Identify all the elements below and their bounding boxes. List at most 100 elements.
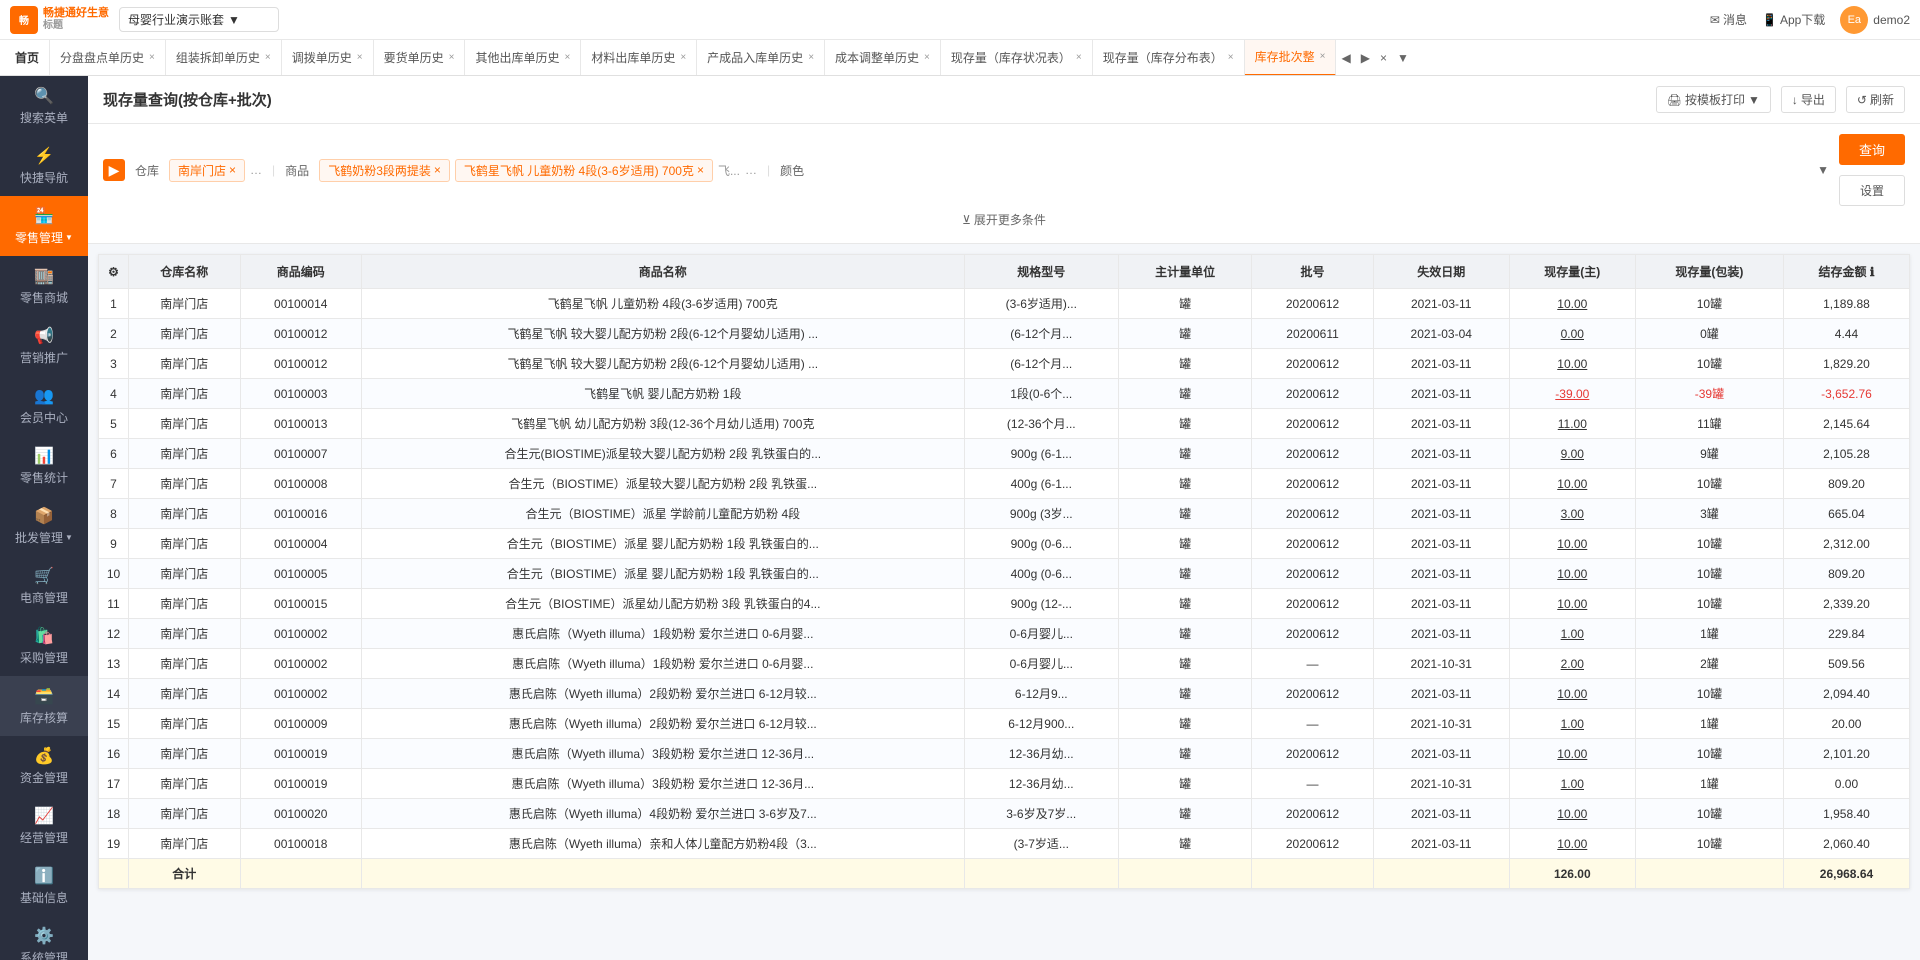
sidebar-item-search[interactable]: 🔍 搜索英单 <box>0 76 88 136</box>
close-icon[interactable]: × <box>265 52 271 63</box>
row-qty-main[interactable]: 11.00 <box>1509 409 1635 439</box>
close-icon[interactable]: × <box>1320 51 1326 62</box>
row-qty-main[interactable]: 10.00 <box>1509 589 1635 619</box>
product-more[interactable]: 飞... <box>718 162 740 179</box>
sidebar-item-batch[interactable]: 📦 批发管理 ▼ <box>0 496 88 556</box>
summary-empty <box>1252 859 1373 889</box>
row-unit: 罐 <box>1118 379 1251 409</box>
row-qty-pkg: 9罐 <box>1635 439 1783 469</box>
tab-menu-btn[interactable]: ▼ <box>1392 51 1414 65</box>
query-btn[interactable]: 查询 <box>1839 134 1905 165</box>
tab-zuhe[interactable]: 组装拆卸单历史 × <box>166 40 282 76</box>
row-qty-main[interactable]: 10.00 <box>1509 529 1635 559</box>
sidebar-item-store[interactable]: 🏬 零售商城 <box>0 256 88 316</box>
tab-prev-btn[interactable]: ◀ <box>1336 51 1355 65</box>
close-icon[interactable]: × <box>924 52 930 63</box>
remove-tag-icon[interactable]: × <box>697 163 704 177</box>
tab-xianzailiang2[interactable]: 现存量（库存分布表） × <box>1093 40 1245 76</box>
close-icon[interactable]: × <box>149 52 155 63</box>
settings-btn[interactable]: 设置 <box>1839 175 1905 206</box>
row-qty-main[interactable]: 3.00 <box>1509 499 1635 529</box>
export-btn[interactable]: ↓ 导出 <box>1781 86 1836 113</box>
col-settings[interactable]: ⚙ <box>99 255 129 289</box>
row-qty-main[interactable]: 10.00 <box>1509 559 1635 589</box>
tab-qtchu[interactable]: 其他出库单历史 × <box>465 40 581 76</box>
close-icon[interactable]: × <box>357 52 363 63</box>
row-code: 00100015 <box>240 589 361 619</box>
expand-filter-btn[interactable]: ▶ <box>103 159 125 181</box>
row-name: 合生元（BIOSTIME）派星较大婴儿配方奶粉 2段 乳铁蛋... <box>361 469 964 499</box>
sidebar-item-purchase[interactable]: 🛍️ 采购管理 <box>0 616 88 676</box>
tab-xianzailiang1[interactable]: 现存量（库存状况表） × <box>941 40 1093 76</box>
row-batch: — <box>1252 649 1373 679</box>
sidebar-item-marketing[interactable]: 📢 营销推广 <box>0 316 88 376</box>
row-qty-main[interactable]: 10.00 <box>1509 829 1635 859</box>
messages-btn[interactable]: ✉ 消息 <box>1710 11 1747 28</box>
warehouse-tag[interactable]: 南岸门店 × <box>169 159 245 182</box>
template-print-btn[interactable]: 🖨 按模板打印 ▼ <box>1656 86 1771 113</box>
row-qty-main[interactable]: 10.00 <box>1509 289 1635 319</box>
remove-tag-icon[interactable]: × <box>229 163 236 177</box>
tab-next-btn[interactable]: ▶ <box>1356 51 1375 65</box>
product-more-dots[interactable]: … <box>745 163 757 177</box>
product-tag-2[interactable]: 飞鹤星飞帆 儿童奶粉 4段(3-6岁适用) 700克 × <box>455 159 713 182</box>
row-qty-main[interactable]: 10.00 <box>1509 739 1635 769</box>
sidebar-item-retail[interactable]: 🏪 零售管理 ▼ <box>0 196 88 256</box>
row-qty-main[interactable]: 2.00 <box>1509 649 1635 679</box>
sidebar-item-operations[interactable]: 📈 经营管理 <box>0 796 88 856</box>
row-code: 00100009 <box>240 709 361 739</box>
sidebar-item-stats[interactable]: 📊 零售统计 <box>0 436 88 496</box>
close-icon[interactable]: × <box>449 52 455 63</box>
close-icon[interactable]: × <box>564 52 570 63</box>
tab-home[interactable]: 首页 <box>5 40 50 76</box>
row-qty-main[interactable]: 10.00 <box>1509 679 1635 709</box>
row-qty-main[interactable]: 9.00 <box>1509 439 1635 469</box>
store-selector[interactable]: 母婴行业演示账套 ▼ <box>119 7 279 32</box>
sidebar-item-basic[interactable]: ℹ️ 基础信息 <box>0 856 88 916</box>
row-code: 00100020 <box>240 799 361 829</box>
sidebar-item-system[interactable]: ⚙️ 系统管理 <box>0 916 88 960</box>
row-qty-main[interactable]: 1.00 <box>1509 769 1635 799</box>
logo-icon: 畅 <box>10 6 38 34</box>
tab-cailiaochu[interactable]: 材料出库单历史 × <box>581 40 697 76</box>
row-qty-main[interactable]: 10.00 <box>1509 469 1635 499</box>
remove-tag-icon[interactable]: × <box>434 163 441 177</box>
tab-fenku[interactable]: 分盘盘点单历史 × <box>50 40 166 76</box>
refresh-btn[interactable]: ↺ 刷新 <box>1846 86 1905 113</box>
sidebar-item-quicknav[interactable]: ⚡ 快捷导航 <box>0 136 88 196</box>
close-icon[interactable]: × <box>808 52 814 63</box>
app-download-btn[interactable]: 📱 App下载 <box>1762 11 1825 28</box>
tab-close-all-btn[interactable]: × <box>1375 51 1392 65</box>
row-unit: 罐 <box>1118 649 1251 679</box>
expand-more-btn[interactable]: ⊻ 展开更多条件 <box>962 211 1046 228</box>
row-qty-main[interactable]: 0.00 <box>1509 319 1635 349</box>
tab-tiaobo[interactable]: 调拨单历史 × <box>282 40 374 76</box>
sidebar-item-member[interactable]: 👥 会员中心 <box>0 376 88 436</box>
close-icon[interactable]: × <box>680 52 686 63</box>
warehouse-more[interactable]: … <box>250 163 262 177</box>
row-qty-main[interactable]: 1.00 <box>1509 619 1635 649</box>
row-expire: 2021-03-11 <box>1373 589 1509 619</box>
row-qty-main[interactable]: 10.00 <box>1509 349 1635 379</box>
tab-chengben[interactable]: 成本调整单历史 × <box>825 40 941 76</box>
main-layout: 🔍 搜索英单 ⚡ 快捷导航 🏪 零售管理 ▼ 🏬 零售商城 📢 营销推广 👥 会… <box>0 76 1920 960</box>
tab-yaohuo[interactable]: 要货单历史 × <box>374 40 466 76</box>
tab-chengpinru[interactable]: 产成品入库单历史 × <box>697 40 825 76</box>
close-icon[interactable]: × <box>1076 52 1082 63</box>
tab-kupici[interactable]: 库存批次整 × <box>1245 40 1337 76</box>
sidebar-item-finance[interactable]: 💰 资金管理 <box>0 736 88 796</box>
row-qty-main[interactable]: 1.00 <box>1509 709 1635 739</box>
product-tag-1[interactable]: 飞鹤奶粉3段两提装 × <box>319 159 450 182</box>
sidebar-item-ecom[interactable]: 🛒 电商管理 <box>0 556 88 616</box>
close-icon[interactable]: × <box>1228 52 1234 63</box>
row-batch: 20200611 <box>1252 319 1373 349</box>
row-qty-main[interactable]: 10.00 <box>1509 799 1635 829</box>
sidebar-item-inventory[interactable]: 🗃️ 库存核算 <box>0 676 88 736</box>
user-section: Ea demo2 <box>1840 6 1910 34</box>
row-qty-pkg: 1罐 <box>1635 709 1783 739</box>
row-expire: 2021-03-11 <box>1373 379 1509 409</box>
row-unit: 罐 <box>1118 529 1251 559</box>
color-dropdown-icon[interactable]: ▼ <box>1817 163 1829 177</box>
row-qty-main[interactable]: -39.00 <box>1509 379 1635 409</box>
row-batch: 20200612 <box>1252 289 1373 319</box>
